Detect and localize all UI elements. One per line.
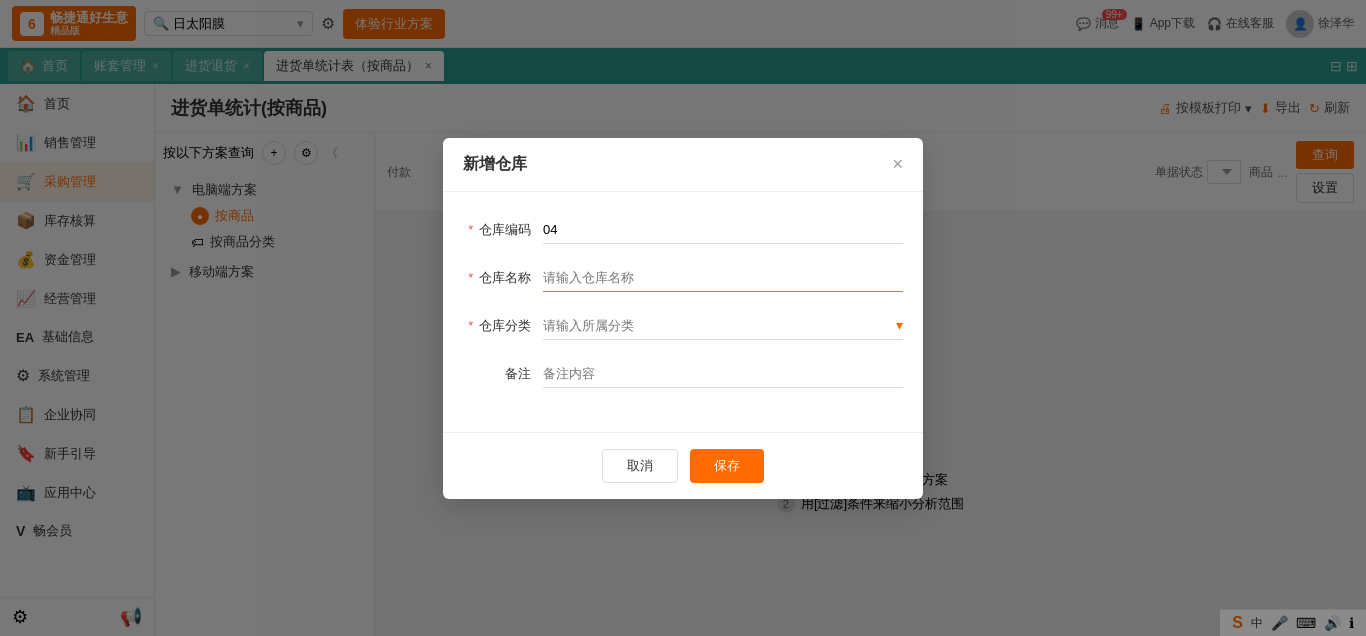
- save-button[interactable]: 保存: [690, 449, 764, 483]
- warehouse-category-input[interactable]: [543, 312, 896, 339]
- modal-close-button[interactable]: ×: [892, 154, 903, 175]
- modal-footer: 取消 保存: [443, 432, 923, 499]
- warehouse-code-field: * 仓库编码: [463, 216, 903, 244]
- required-star-2: *: [468, 270, 473, 285]
- modal-header: 新增仓库 ×: [443, 138, 923, 192]
- warehouse-name-label: * 仓库名称: [463, 269, 543, 287]
- warehouse-name-field: * 仓库名称: [463, 264, 903, 292]
- modal-new-warehouse: 新增仓库 × * 仓库编码 * 仓库名称: [443, 138, 923, 499]
- warehouse-category-label: * 仓库分类: [463, 317, 543, 335]
- warehouse-category-wrap[interactable]: ▾: [543, 312, 903, 340]
- category-chevron-icon: ▾: [896, 317, 903, 333]
- required-star-1: *: [468, 222, 473, 237]
- warehouse-note-label: 备注: [463, 365, 543, 383]
- modal-title: 新增仓库: [463, 154, 527, 175]
- modal-overlay: 新增仓库 × * 仓库编码 * 仓库名称: [0, 0, 1366, 636]
- cancel-button[interactable]: 取消: [602, 449, 678, 483]
- modal-body: * 仓库编码 * 仓库名称 * 仓库分类: [443, 192, 923, 432]
- warehouse-name-input[interactable]: [543, 264, 903, 292]
- warehouse-category-field: * 仓库分类 ▾: [463, 312, 903, 340]
- warehouse-note-input[interactable]: [543, 360, 903, 388]
- warehouse-note-field: 备注: [463, 360, 903, 388]
- required-star-3: *: [468, 318, 473, 333]
- warehouse-code-label: * 仓库编码: [463, 221, 543, 239]
- warehouse-code-input[interactable]: [543, 216, 903, 244]
